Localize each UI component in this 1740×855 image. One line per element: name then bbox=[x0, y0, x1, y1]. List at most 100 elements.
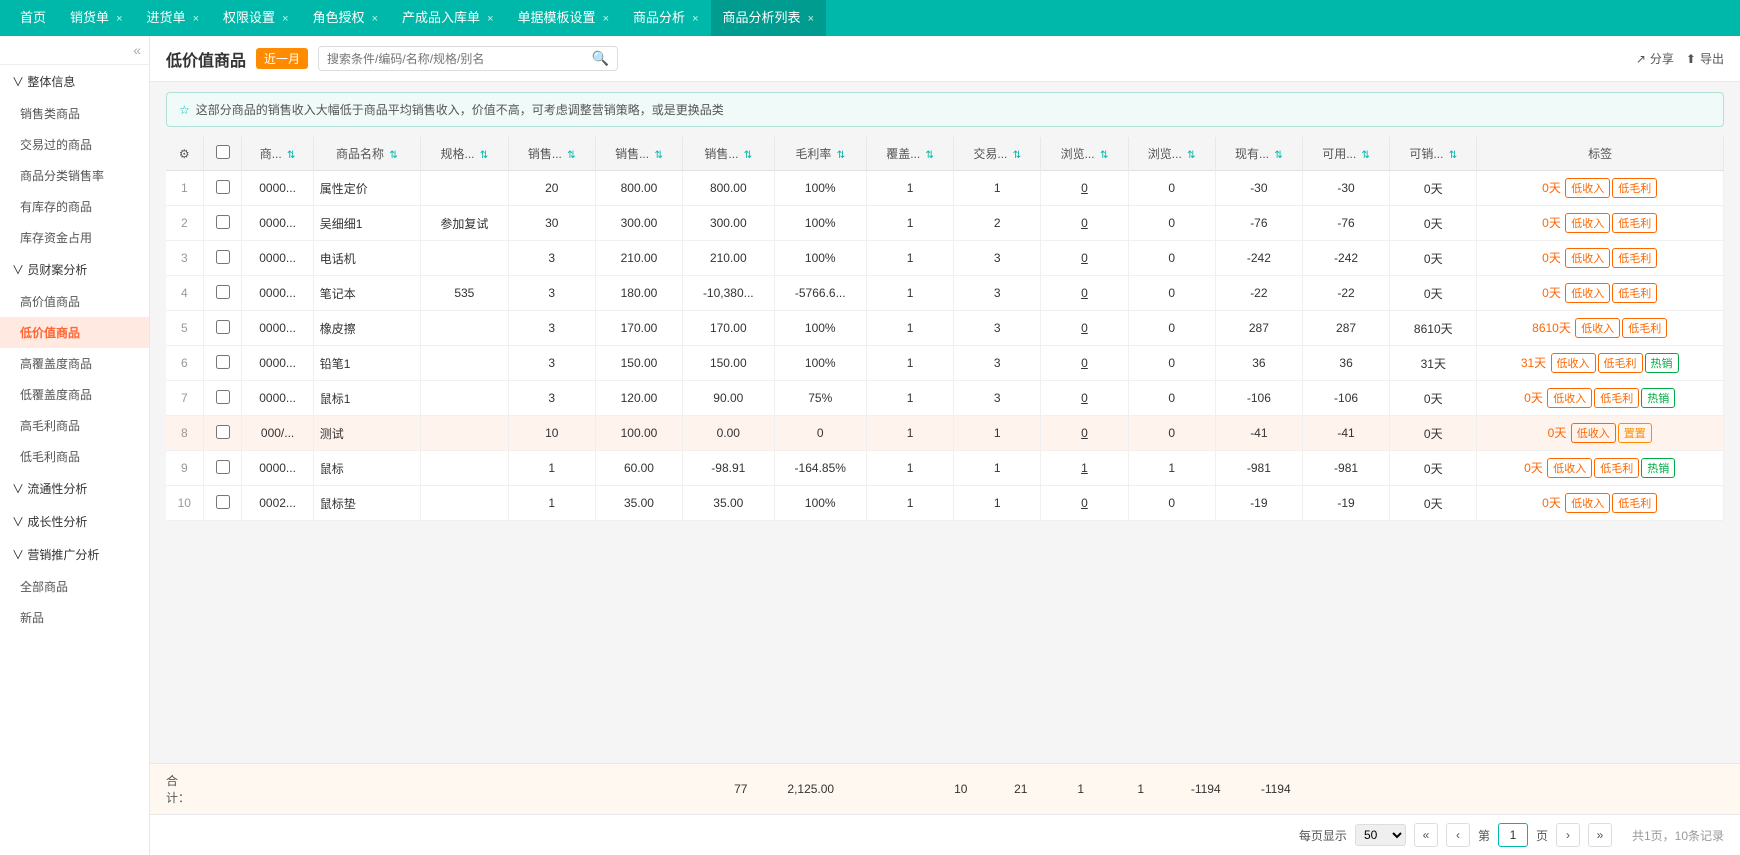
td-checkbox[interactable] bbox=[203, 206, 242, 241]
sidebar-item-高毛利商品[interactable]: 高毛利商品 bbox=[0, 410, 149, 441]
sidebar-group[interactable]: ∨ 员财案分析 bbox=[0, 253, 149, 286]
close-icon[interactable]: × bbox=[805, 13, 814, 25]
browse-link[interactable]: 0 bbox=[1081, 321, 1088, 335]
search-box[interactable]: 🔍 bbox=[318, 46, 618, 71]
current-page-input[interactable] bbox=[1498, 823, 1528, 847]
sidebar-item-低覆盖度商品[interactable]: 低覆盖度商品 bbox=[0, 379, 149, 410]
browse-link[interactable]: 0 bbox=[1081, 251, 1088, 265]
sidebar-item-库存资金占用[interactable]: 库存资金占用 bbox=[0, 222, 149, 253]
td-b1[interactable]: 0 bbox=[1041, 241, 1128, 276]
sidebar-item-商品分类销售率[interactable]: 商品分类销售率 bbox=[0, 160, 149, 191]
row-checkbox[interactable] bbox=[216, 285, 230, 299]
td-b1[interactable]: 0 bbox=[1041, 206, 1128, 241]
td-checkbox[interactable] bbox=[203, 486, 242, 521]
th-code[interactable]: 商... ⇅ bbox=[242, 137, 313, 171]
sidebar-item-低毛利商品[interactable]: 低毛利商品 bbox=[0, 441, 149, 472]
nav-item-单据模板设置[interactable]: 单据模板设置 × bbox=[506, 0, 622, 36]
td-checkbox[interactable] bbox=[203, 381, 242, 416]
td-checkbox[interactable] bbox=[203, 311, 242, 346]
td-b1[interactable]: 0 bbox=[1041, 486, 1128, 521]
th-grossMargin[interactable]: 毛利率 ⇅ bbox=[774, 137, 866, 171]
row-checkbox[interactable] bbox=[216, 425, 230, 439]
th-saleable[interactable]: 可销... ⇅ bbox=[1390, 137, 1477, 171]
close-icon[interactable]: × bbox=[113, 13, 122, 25]
close-icon[interactable]: × bbox=[484, 13, 493, 25]
close-icon[interactable]: × bbox=[190, 13, 199, 25]
sidebar-group[interactable]: ∨ 流通性分析 bbox=[0, 472, 149, 505]
row-checkbox[interactable] bbox=[216, 250, 230, 264]
per-page-select[interactable]: 50 100 200 bbox=[1355, 824, 1406, 846]
th-available[interactable]: 可用... ⇅ bbox=[1302, 137, 1389, 171]
browse-link[interactable]: 0 bbox=[1081, 356, 1088, 370]
td-checkbox[interactable] bbox=[203, 451, 242, 486]
row-checkbox[interactable] bbox=[216, 180, 230, 194]
nav-item-销货单[interactable]: 销货单 × bbox=[58, 0, 135, 36]
browse-link[interactable]: 0 bbox=[1081, 181, 1088, 195]
td-b1[interactable]: 0 bbox=[1041, 171, 1128, 206]
search-icon[interactable]: 🔍 bbox=[592, 50, 609, 67]
th-browse1[interactable]: 浏览... ⇅ bbox=[1041, 137, 1128, 171]
th-sales2[interactable]: 销售... ⇅ bbox=[595, 137, 682, 171]
browse-link[interactable]: 0 bbox=[1081, 216, 1088, 230]
close-icon[interactable]: × bbox=[600, 13, 609, 25]
browse-link[interactable]: 0 bbox=[1081, 426, 1088, 440]
th-name[interactable]: 商品名称 ⇅ bbox=[313, 137, 420, 171]
td-b1[interactable]: 0 bbox=[1041, 381, 1128, 416]
nav-item-产成品入库单[interactable]: 产成品入库单 × bbox=[390, 0, 506, 36]
td-checkbox[interactable] bbox=[203, 346, 242, 381]
sidebar-group[interactable]: ∨ 整体信息 bbox=[0, 65, 149, 98]
close-icon[interactable]: × bbox=[369, 13, 378, 25]
th-browse2[interactable]: 浏览... ⇅ bbox=[1128, 137, 1215, 171]
select-all-checkbox[interactable] bbox=[216, 145, 230, 159]
nav-item-角色授权[interactable]: 角色授权 × bbox=[301, 0, 391, 36]
sidebar-item-高价值商品[interactable]: 高价值商品 bbox=[0, 286, 149, 317]
row-checkbox[interactable] bbox=[216, 320, 230, 334]
th-sales1[interactable]: 销售... ⇅ bbox=[508, 137, 595, 171]
export-button[interactable]: ⬆ 导出 bbox=[1686, 50, 1724, 67]
nav-item-商品分析[interactable]: 商品分析 × bbox=[621, 0, 711, 36]
sidebar-item-有库存的商品[interactable]: 有库存的商品 bbox=[0, 191, 149, 222]
th-current[interactable]: 现有... ⇅ bbox=[1215, 137, 1302, 171]
td-checkbox[interactable] bbox=[203, 416, 242, 451]
close-icon[interactable]: × bbox=[689, 13, 698, 25]
td-b1[interactable]: 0 bbox=[1041, 311, 1128, 346]
browse-link[interactable]: 0 bbox=[1081, 391, 1088, 405]
row-checkbox[interactable] bbox=[216, 355, 230, 369]
sidebar-item-销售类商品[interactable]: 销售类商品 bbox=[0, 98, 149, 129]
close-icon[interactable]: × bbox=[279, 13, 288, 25]
sidebar-item-低价值商品[interactable]: 低价值商品 bbox=[0, 317, 149, 348]
row-checkbox[interactable] bbox=[216, 215, 230, 229]
td-b1[interactable]: 0 bbox=[1041, 346, 1128, 381]
last-page-btn[interactable]: » bbox=[1588, 823, 1612, 847]
th-settings[interactable]: ⚙ bbox=[166, 137, 203, 171]
collapse-button[interactable]: « bbox=[0, 36, 149, 65]
td-checkbox[interactable] bbox=[203, 276, 242, 311]
nav-item-首页[interactable]: 首页 bbox=[8, 0, 58, 36]
next-page-btn[interactable]: › bbox=[1556, 823, 1580, 847]
td-checkbox[interactable] bbox=[203, 171, 242, 206]
browse-link[interactable]: 0 bbox=[1081, 496, 1088, 510]
recent-badge[interactable]: 近一月 bbox=[256, 48, 308, 69]
th-coverage[interactable]: 覆盖... ⇅ bbox=[866, 137, 953, 171]
browse-link[interactable]: 0 bbox=[1081, 286, 1088, 300]
td-b1[interactable]: 0 bbox=[1041, 416, 1128, 451]
row-checkbox[interactable] bbox=[216, 460, 230, 474]
nav-item-进货单[interactable]: 进货单 × bbox=[135, 0, 212, 36]
th-sales3[interactable]: 销售... ⇅ bbox=[683, 137, 774, 171]
search-input[interactable] bbox=[327, 52, 592, 66]
first-page-btn[interactable]: « bbox=[1414, 823, 1438, 847]
sidebar-item-全部商品[interactable]: 全部商品 bbox=[0, 571, 149, 602]
prev-page-btn[interactable]: ‹ bbox=[1446, 823, 1470, 847]
td-b1[interactable]: 1 bbox=[1041, 451, 1128, 486]
sidebar-item-高覆盖度商品[interactable]: 高覆盖度商品 bbox=[0, 348, 149, 379]
share-button[interactable]: ↗ 分享 bbox=[1636, 50, 1674, 67]
sidebar-item-交易过的商品[interactable]: 交易过的商品 bbox=[0, 129, 149, 160]
browse-link[interactable]: 1 bbox=[1081, 461, 1088, 475]
nav-item-权限设置[interactable]: 权限设置 × bbox=[211, 0, 301, 36]
row-checkbox[interactable] bbox=[216, 495, 230, 509]
th-spec[interactable]: 规格... ⇅ bbox=[421, 137, 509, 171]
row-checkbox[interactable] bbox=[216, 390, 230, 404]
sidebar-group[interactable]: ∨ 成长性分析 bbox=[0, 505, 149, 538]
td-b1[interactable]: 0 bbox=[1041, 276, 1128, 311]
td-checkbox[interactable] bbox=[203, 241, 242, 276]
